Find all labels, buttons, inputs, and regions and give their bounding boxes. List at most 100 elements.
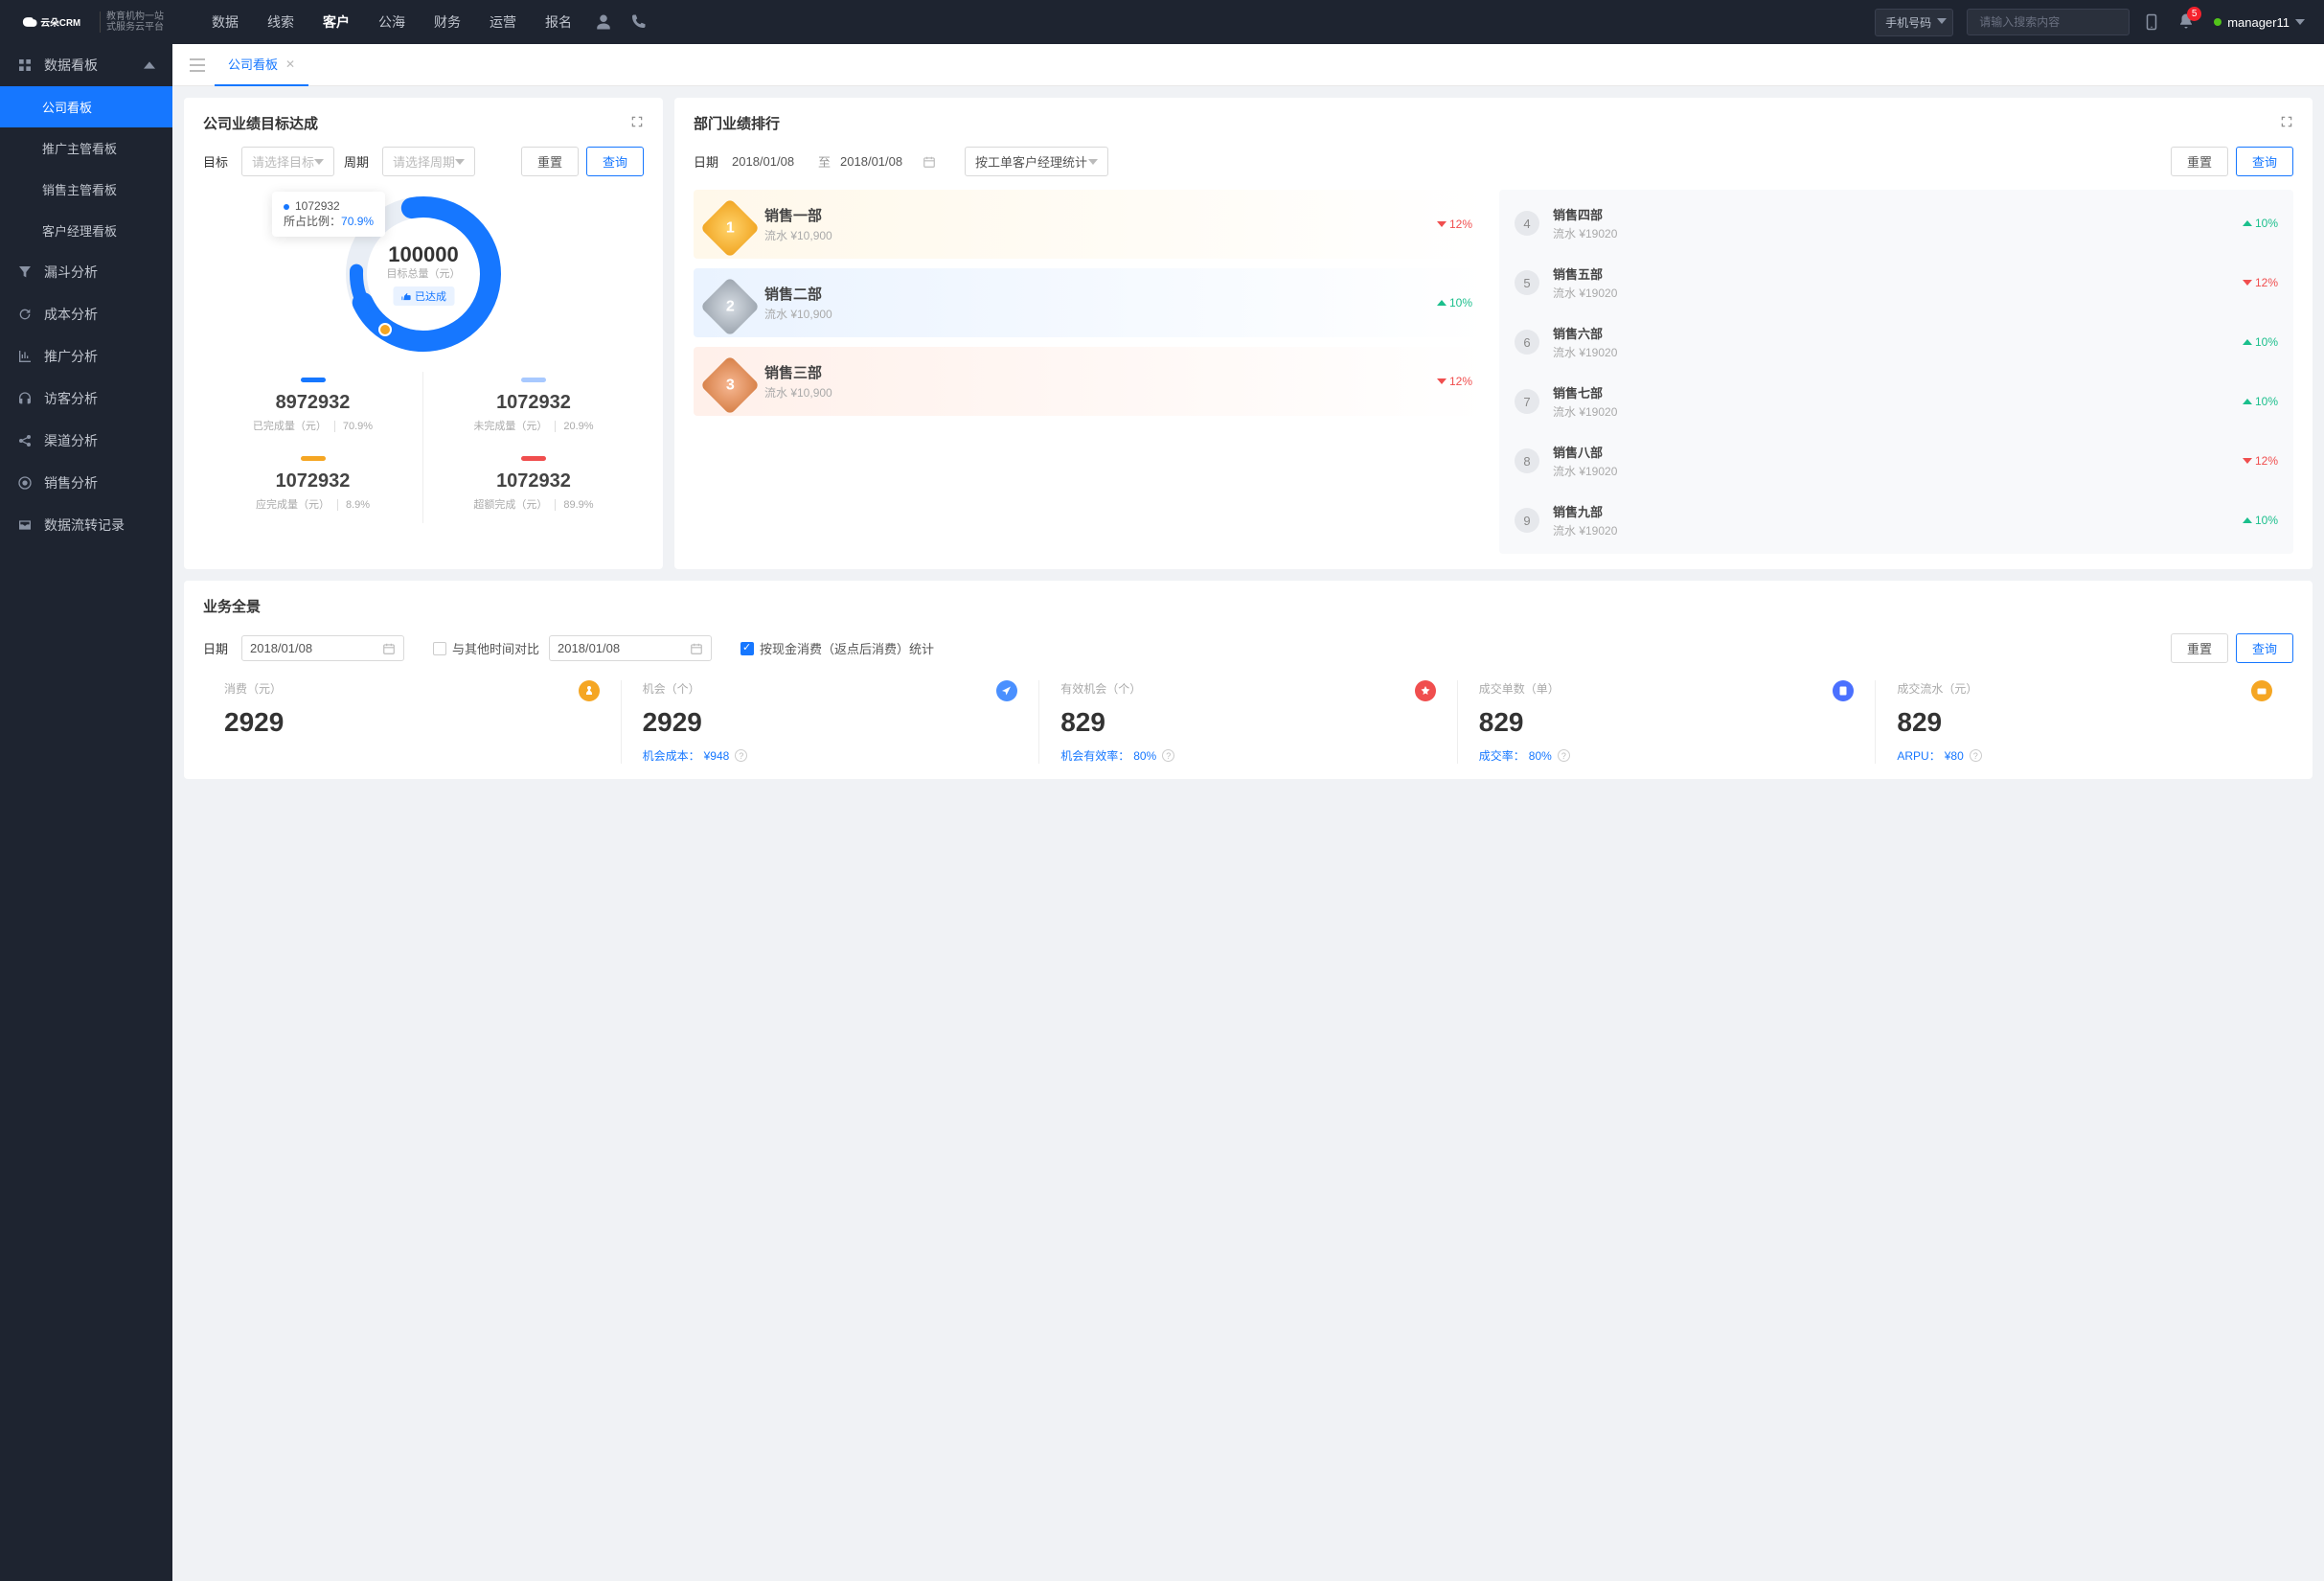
achieved-badge: 已达成: [393, 286, 454, 306]
rank-number: 7: [1515, 389, 1539, 414]
sidebar-flow[interactable]: 数据流转记录: [0, 504, 172, 546]
sidebar-group-dashboard[interactable]: 数据看板: [0, 44, 172, 86]
stat-completed: 8972932 已完成量（元）70.9%: [203, 372, 423, 445]
sidebar-sales[interactable]: 销售分析: [0, 462, 172, 504]
nav-customers[interactable]: 客户: [323, 12, 350, 32]
donut-chart: 1072932 所占比例：70.9% 100000 目标总量（元）: [203, 176, 644, 523]
rank-row-8[interactable]: 8销售八部流水 ¥1902012%: [1499, 431, 2293, 491]
overview-foot: ARPU：¥80?: [1897, 747, 2272, 764]
rank-item-2[interactable]: 2销售二部流水 ¥10,90010%: [694, 268, 1488, 337]
mobile-icon[interactable]: [2143, 13, 2160, 31]
stat-type-select[interactable]: 按工单客户经理统计: [965, 147, 1108, 176]
rank-sub: 流水 ¥10,900: [764, 384, 1424, 401]
rank-pct: 10%: [2243, 395, 2278, 408]
reset-button[interactable]: 重置: [2171, 633, 2228, 663]
tab-menu-toggle[interactable]: [184, 52, 211, 79]
user-icon[interactable]: [595, 13, 612, 31]
rank-row-7[interactable]: 7销售七部流水 ¥1902010%: [1499, 372, 2293, 431]
sidebar-manager-board[interactable]: 客户经理看板: [0, 210, 172, 251]
rank-name: 销售二部: [764, 284, 1424, 304]
nav-data[interactable]: 数据: [212, 12, 239, 32]
sidebar-sales-board[interactable]: 销售主管看板: [0, 169, 172, 210]
search-type-select[interactable]: 手机号码: [1875, 9, 1953, 36]
sidebar: 数据看板 公司看板 推广主管看板 销售主管看板 客户经理看板 漏斗分析 成本分析…: [0, 44, 172, 1581]
query-button[interactable]: 查询: [586, 147, 644, 176]
logo: 云朵CRM 教育机构一站式服务云平台: [19, 11, 164, 34]
overview-value: 829: [1897, 707, 2272, 738]
rank-number: 5: [1515, 270, 1539, 295]
rank-pct: 10%: [2243, 217, 2278, 230]
metric-icon: [2251, 680, 2272, 701]
nav-leads[interactable]: 线索: [267, 12, 294, 32]
sidebar-promo-board[interactable]: 推广主管看板: [0, 127, 172, 169]
notifications[interactable]: 5: [2177, 12, 2195, 33]
rank-row-5[interactable]: 5销售五部流水 ¥1902012%: [1499, 253, 2293, 312]
overview-label: 成交流水（元）: [1897, 680, 1977, 697]
sidebar-funnel[interactable]: 漏斗分析: [0, 251, 172, 293]
sidebar-promo[interactable]: 推广分析: [0, 335, 172, 378]
rank-list: 4销售四部流水 ¥1902010% 5 销售五部流水 ¥19020 12% 6销售六部流…: [1499, 190, 2293, 554]
date-to[interactable]: 2018/01/08: [840, 149, 936, 173]
reset-button[interactable]: 重置: [2171, 147, 2228, 176]
rank-row-6[interactable]: 6销售六部流水 ¥1902010%: [1499, 312, 2293, 372]
rank-sub: 流水 ¥19020: [1553, 344, 2229, 360]
metric-icon: [1415, 680, 1436, 701]
compare-checkbox[interactable]: 与其他时间对比: [433, 639, 539, 657]
tab-close-icon[interactable]: ✕: [285, 57, 295, 71]
date-input-2[interactable]: 2018/01/08: [549, 635, 712, 661]
query-button[interactable]: 查询: [2236, 147, 2293, 176]
medal-icon: 2: [709, 282, 751, 324]
target-select[interactable]: 请选择目标: [241, 147, 334, 176]
overview-grid: 消费（元）2929机会（个）2929机会成本：¥948?有效机会（个）829机会…: [203, 680, 2293, 764]
help-icon[interactable]: ?: [735, 749, 747, 762]
chart-icon: [17, 349, 33, 364]
rank-row-4[interactable]: 4销售四部流水 ¥1902010%: [1499, 194, 2293, 253]
date-label: 日期: [203, 639, 228, 657]
period-select[interactable]: 请选择周期: [382, 147, 475, 176]
main: 公司看板 ✕ 公司业绩目标达成 目标 请选择目标 周期 请选择周期 重置: [172, 44, 2324, 1581]
nav-finance[interactable]: 财务: [434, 12, 461, 32]
overview-value: 829: [1060, 707, 1436, 738]
rank-item-1[interactable]: 1销售一部流水 ¥10,90012%: [694, 190, 1488, 259]
dashboard-icon: [17, 57, 33, 73]
rank-number: 9: [1515, 508, 1539, 533]
rank-row-9[interactable]: 9销售九部流水 ¥1902010%: [1499, 491, 2293, 550]
sidebar-channel[interactable]: 渠道分析: [0, 420, 172, 462]
refresh-icon: [17, 307, 33, 322]
nav-operations[interactable]: 运营: [490, 12, 516, 32]
search-wrap: 手机号码 5 manager11: [1875, 9, 2305, 36]
rank-pct: 12%: [2243, 454, 2278, 468]
overview-cell-3: 成交单数（单）829成交率：80%?: [1458, 680, 1877, 764]
user-menu[interactable]: manager11: [2214, 15, 2305, 30]
card-title: 部门业绩排行: [694, 113, 780, 133]
metric-icon: [579, 680, 600, 701]
cash-checkbox[interactable]: 按现金消费（返点后消费）统计: [740, 639, 934, 657]
rank-number: 8: [1515, 448, 1539, 473]
expand-button[interactable]: [630, 115, 644, 131]
query-button[interactable]: 查询: [2236, 633, 2293, 663]
tab-company-board[interactable]: 公司看板 ✕: [215, 44, 308, 86]
help-icon[interactable]: ?: [1970, 749, 1982, 762]
rank-name: 销售五部: [1553, 264, 2229, 283]
rank-pct: 12%: [1437, 375, 1472, 388]
ranking-wrap: 1销售一部流水 ¥10,90012%2销售二部流水 ¥10,90010%3销售三…: [694, 190, 2293, 554]
target-icon: [17, 475, 33, 491]
nav-extra-icons: [595, 13, 647, 31]
nav-signup[interactable]: 报名: [545, 12, 572, 32]
reset-button[interactable]: 重置: [521, 147, 579, 176]
sidebar-company-board[interactable]: 公司看板: [0, 86, 172, 127]
rank-item-3[interactable]: 3销售三部流水 ¥10,90012%: [694, 347, 1488, 416]
search-input[interactable]: [1975, 10, 2131, 34]
top-bar: 云朵CRM 教育机构一站式服务云平台 数据 线索 客户 公海 财务 运营 报名 …: [0, 0, 2324, 44]
filter-row: 日期 2018/01/08 至 2018/01/08 按工单客户经理统计 重置 …: [694, 147, 2293, 176]
help-icon[interactable]: ?: [1162, 749, 1174, 762]
sidebar-visitor[interactable]: 访客分析: [0, 378, 172, 420]
expand-button[interactable]: [2280, 115, 2293, 131]
sidebar-cost[interactable]: 成本分析: [0, 293, 172, 335]
help-icon[interactable]: ?: [1558, 749, 1570, 762]
date-from[interactable]: 2018/01/08: [732, 149, 809, 173]
phone-icon[interactable]: [629, 13, 647, 31]
date-input-1[interactable]: 2018/01/08: [241, 635, 404, 661]
rank-sub: 流水 ¥19020: [1553, 285, 2229, 301]
nav-public[interactable]: 公海: [378, 12, 405, 32]
